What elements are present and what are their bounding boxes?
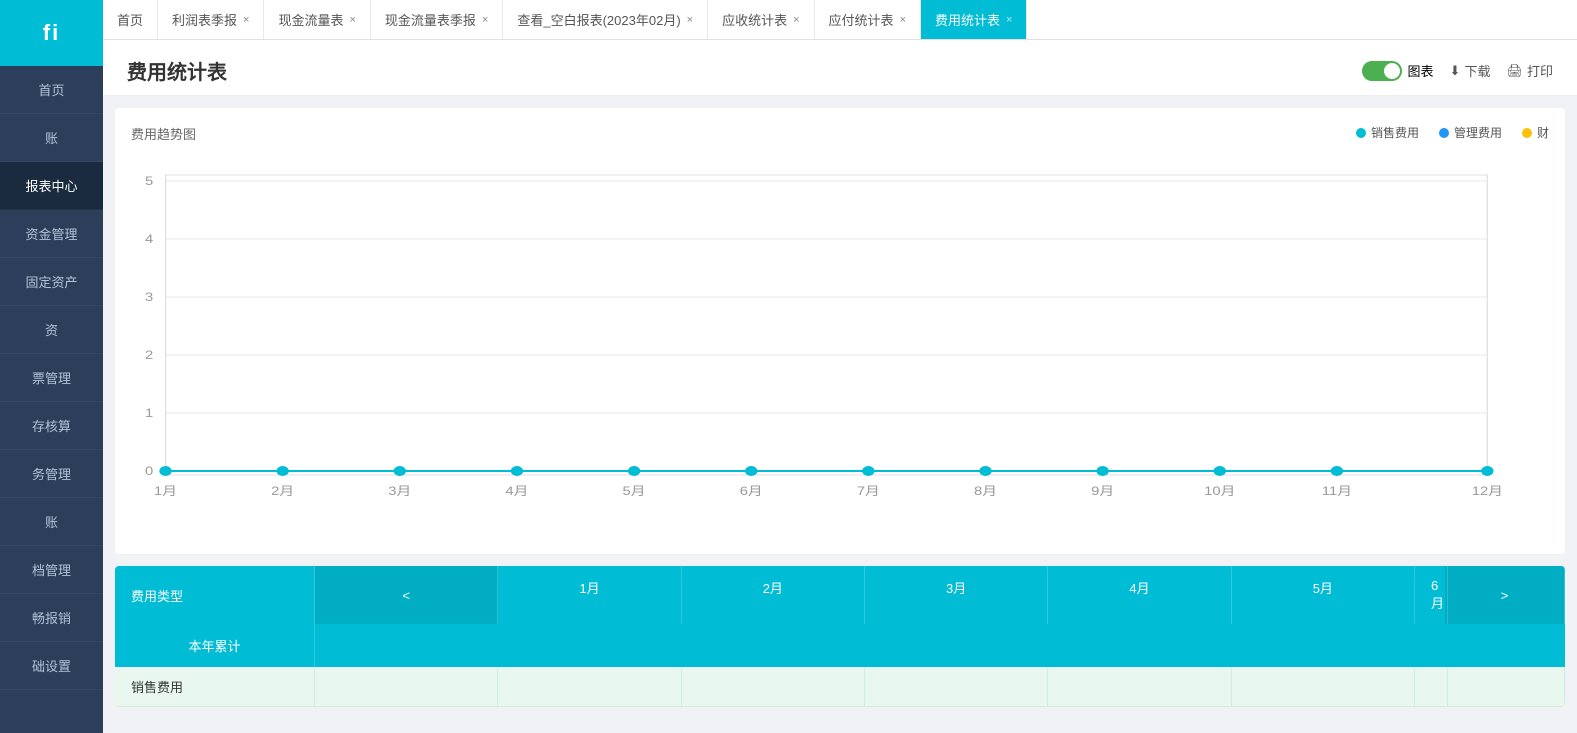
col-jun: 6月: [1415, 566, 1448, 624]
col-ytd: 本年累计: [115, 624, 315, 667]
sidebar-item-capital[interactable]: 资: [0, 306, 103, 354]
chart-toggle[interactable]: [1362, 61, 1402, 81]
col-apr: 4月: [1048, 566, 1231, 624]
legend-admin-dot: [1439, 128, 1449, 138]
download-icon: ⬇: [1450, 63, 1461, 79]
tab-cashflow-q[interactable]: 现金流量表季报 ×: [371, 0, 503, 39]
chart-wrapper: 5 4 3 2 1 0: [131, 155, 1549, 538]
nav-next-button[interactable]: >: [1445, 566, 1565, 624]
svg-text:7月: 7月: [857, 484, 880, 497]
sidebar-item-home[interactable]: 首页: [0, 66, 103, 114]
legend-sales: 销售费用: [1356, 124, 1419, 141]
trend-chart: 5 4 3 2 1 0: [131, 155, 1549, 535]
tab-home[interactable]: 首页: [103, 0, 158, 39]
close-tab-cashflow-q[interactable]: ×: [482, 14, 488, 26]
nav-prev-button[interactable]: <: [315, 566, 498, 624]
chart-title: 费用趋势图: [131, 124, 196, 143]
sidebar-item-archive[interactable]: 档管理: [0, 546, 103, 594]
sidebar-item-tickets[interactable]: 票管理: [0, 354, 103, 402]
close-tab-blank[interactable]: ×: [687, 14, 693, 26]
sidebar-item-accounts[interactable]: 账: [0, 114, 103, 162]
sidebar-item-inventory[interactable]: 存核算: [0, 402, 103, 450]
svg-text:12月: 12月: [1472, 484, 1503, 497]
download-button[interactable]: ⬇ 下载: [1450, 61, 1491, 80]
tab-blank[interactable]: 查看_空白报表(2023年02月) ×: [503, 0, 708, 39]
svg-text:0: 0: [145, 464, 153, 477]
close-tab-expense-stat[interactable]: ×: [1006, 14, 1012, 26]
sidebar: fi 首页 账 报表中心 资金管理 固定资产 资 票管理 存核算 务管理 账 档…: [0, 0, 103, 733]
tab-bar: 首页 利润表季报 × 现金流量表 × 现金流量表季报 × 查看_空白报表(202…: [103, 0, 1577, 40]
chart-legend: 销售费用 管理费用 财: [1356, 124, 1549, 141]
expense-table: 费用类型 < 1月 2月 3月 4月 5月 6月 > 本年累计 销售费用: [115, 566, 1565, 707]
close-tab-profit[interactable]: ×: [243, 14, 249, 26]
svg-text:3: 3: [145, 290, 153, 303]
row-cell-empty3: [682, 667, 865, 706]
legend-admin: 管理费用: [1439, 124, 1502, 141]
svg-text:5: 5: [145, 174, 153, 187]
sidebar-logo: fi: [0, 0, 103, 66]
row-cell-empty5: [1048, 667, 1231, 706]
legend-finance: 财: [1522, 124, 1549, 141]
chart-toggle-group[interactable]: 图表: [1362, 61, 1434, 81]
row-cell-empty1: [315, 667, 498, 706]
row-cell-empty4: [865, 667, 1048, 706]
sidebar-item-service[interactable]: 务管理: [0, 450, 103, 498]
sidebar-item-reports[interactable]: 报表中心: [0, 162, 103, 210]
row-cell-empty6: [1232, 667, 1415, 706]
tab-payable[interactable]: 应付统计表 ×: [815, 0, 921, 39]
tab-cashflow[interactable]: 现金流量表 ×: [264, 0, 370, 39]
svg-text:4月: 4月: [505, 484, 528, 497]
chart-toggle-label: 图表: [1408, 61, 1434, 80]
page-content: 费用统计表 图表 ⬇ 下载 🖨 打印 费用趋势图: [103, 40, 1577, 733]
table-row: 销售费用: [115, 667, 1565, 707]
close-tab-cashflow[interactable]: ×: [349, 14, 355, 26]
svg-text:5月: 5月: [623, 484, 646, 497]
row-cell-empty8: [1445, 667, 1565, 706]
tab-profit[interactable]: 利润表季报 ×: [158, 0, 264, 39]
row-cell-empty2: [498, 667, 681, 706]
svg-text:8月: 8月: [974, 484, 997, 497]
header-actions: 图表 ⬇ 下载 🖨 打印: [1362, 61, 1553, 81]
svg-text:1: 1: [145, 406, 153, 419]
page-title: 费用统计表: [127, 56, 227, 85]
legend-finance-label: 财: [1537, 124, 1549, 141]
svg-text:4: 4: [145, 232, 154, 245]
svg-text:2月: 2月: [271, 484, 294, 497]
col-type: 费用类型: [115, 566, 315, 624]
col-feb: 2月: [682, 566, 865, 624]
col-jan: 1月: [498, 566, 681, 624]
legend-finance-dot: [1522, 128, 1532, 138]
main-content: 首页 利润表季报 × 现金流量表 × 现金流量表季报 × 查看_空白报表(202…: [103, 0, 1577, 733]
sidebar-item-ledger[interactable]: 账: [0, 498, 103, 546]
print-button[interactable]: 🖨 打印: [1506, 61, 1553, 80]
close-tab-payable[interactable]: ×: [900, 14, 906, 26]
sidebar-item-fund[interactable]: 资金管理: [0, 210, 103, 258]
col-may: 5月: [1232, 566, 1415, 624]
legend-admin-label: 管理费用: [1454, 124, 1502, 141]
svg-text:9月: 9月: [1091, 484, 1114, 497]
chart-section: 费用趋势图 销售费用 管理费用 财: [115, 108, 1565, 554]
legend-sales-label: 销售费用: [1371, 124, 1419, 141]
legend-sales-dot: [1356, 128, 1366, 138]
tab-receivable[interactable]: 应收统计表 ×: [708, 0, 814, 39]
page-header: 费用统计表 图表 ⬇ 下载 🖨 打印: [103, 40, 1577, 96]
table-header: 费用类型 < 1月 2月 3月 4月 5月 6月 > 本年累计: [115, 566, 1565, 667]
sidebar-item-expense[interactable]: 畅报销: [0, 594, 103, 642]
svg-text:10月: 10月: [1204, 484, 1235, 497]
svg-text:11月: 11月: [1322, 484, 1352, 497]
tab-expense-stat[interactable]: 费用统计表 ×: [921, 0, 1027, 39]
svg-text:3月: 3月: [388, 484, 411, 497]
row-type: 销售费用: [115, 667, 315, 706]
svg-text:6月: 6月: [740, 484, 763, 497]
sidebar-item-settings[interactable]: 础设置: [0, 642, 103, 690]
row-cell-empty7: [1415, 667, 1448, 706]
col-mar: 3月: [865, 566, 1048, 624]
print-icon: 🖨: [1506, 63, 1523, 79]
svg-text:2: 2: [145, 348, 153, 361]
sidebar-item-assets[interactable]: 固定资产: [0, 258, 103, 306]
svg-text:1月: 1月: [154, 484, 177, 497]
close-tab-receivable[interactable]: ×: [793, 14, 799, 26]
